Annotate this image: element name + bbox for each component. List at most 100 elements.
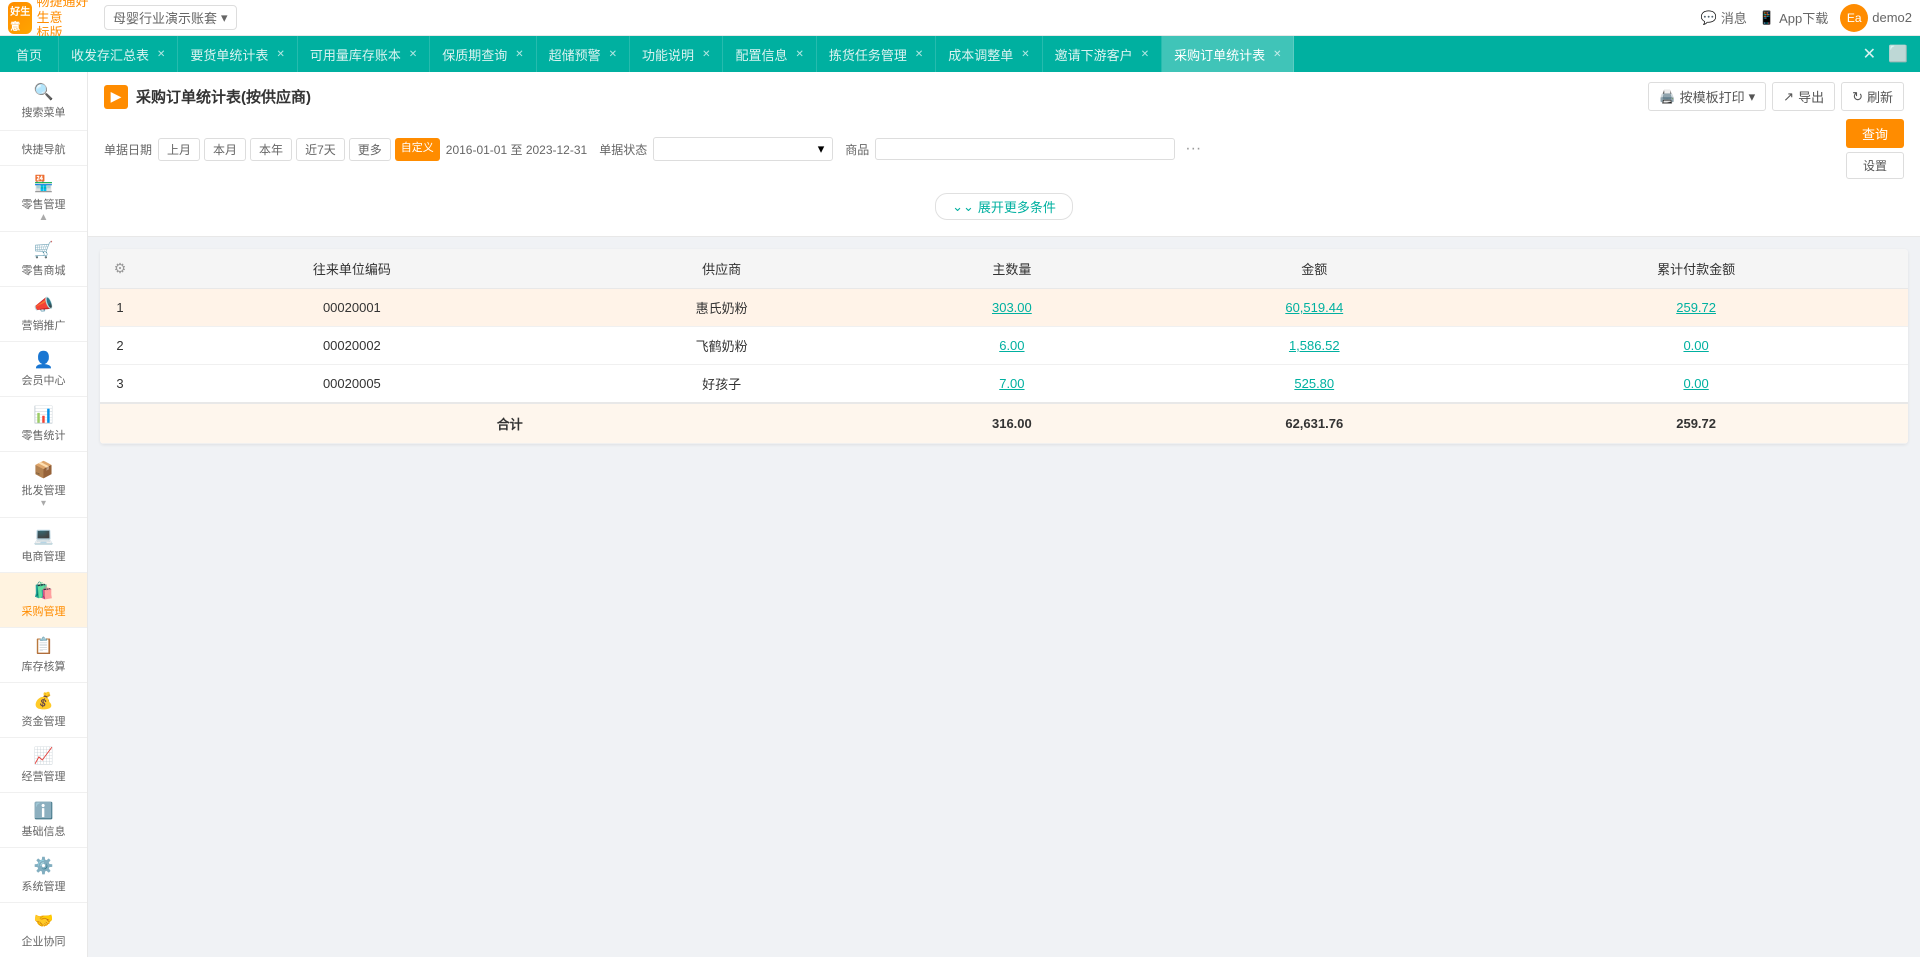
sidebar-item-ops[interactable]: 📈 经营管理 [0, 738, 87, 793]
row-amount[interactable]: 60,519.44 [1144, 289, 1484, 327]
date-btn-last-month[interactable]: 上月 [158, 138, 200, 161]
sidebar-item-purchase[interactable]: 🛍️ 采购管理 [0, 573, 87, 628]
close-icon[interactable]: ✕ [1273, 49, 1281, 60]
row-supplier: 好孩子 [564, 365, 880, 404]
status-select[interactable]: ▾ [653, 137, 833, 161]
row-amount[interactable]: 1,586.52 [1144, 327, 1484, 365]
close-icon[interactable]: ✕ [409, 49, 417, 60]
header-btn-group: 🖨️ 按模板打印 ▾ ↗ 导出 ↻ 刷新 [1648, 82, 1904, 111]
sidebar-item-retail-mgmt[interactable]: 🏪 零售管理 ▲ [0, 166, 87, 232]
basic-label: 基础信息 [22, 823, 66, 839]
tab-yaoqing[interactable]: 邀请下游客户 ✕ [1043, 36, 1162, 72]
settings-button[interactable]: 设置 [1846, 152, 1904, 179]
finance-icon: 💰 [34, 691, 54, 711]
close-icon[interactable]: ✕ [157, 49, 165, 60]
sidebar-item-retail-shop[interactable]: 🛒 零售商城 [0, 232, 87, 287]
close-icon[interactable]: ✕ [1141, 49, 1149, 60]
content-area: ▶ 采购订单统计表(按供应商) 🖨️ 按模板打印 ▾ ↗ 导出 ↻ [88, 72, 1920, 957]
custom-badge[interactable]: 自定义 [395, 138, 440, 161]
date-btn-more[interactable]: 更多 [349, 138, 391, 161]
close-icon[interactable]: ✕ [915, 49, 923, 60]
export-icon: ↗ [1783, 89, 1794, 105]
print-button[interactable]: 🖨️ 按模板打印 ▾ [1648, 82, 1766, 111]
tab-label: 成本调整单 [948, 45, 1013, 64]
row-index: 1 [100, 289, 140, 327]
tab-baozhiqi[interactable]: 保质期查询 ✕ [430, 36, 536, 72]
date-btn-this-year[interactable]: 本年 [250, 138, 292, 161]
tab-shoufacun[interactable]: 收发存汇总表 ✕ [59, 36, 178, 72]
quick-nav-label: 快捷导航 [22, 141, 66, 157]
tab-peizhi[interactable]: 配置信息 ✕ [723, 36, 816, 72]
sidebar-item-marketing[interactable]: 📣 营销推广 [0, 287, 87, 342]
tab-label: 超储预警 [549, 45, 601, 64]
close-icon[interactable]: ✕ [702, 49, 710, 60]
refresh-button[interactable]: ↻ 刷新 [1841, 82, 1904, 111]
row-index: 2 [100, 327, 140, 365]
row-paid[interactable]: 259.72 [1484, 289, 1908, 327]
basic-icon: ℹ️ [34, 801, 54, 821]
chevron-down-icon: ▾ [221, 10, 228, 26]
retail-stats-label: 零售统计 [22, 427, 66, 443]
row-qty[interactable]: 6.00 [879, 327, 1144, 365]
sidebar-item-basic[interactable]: ℹ️ 基础信息 [0, 793, 87, 848]
tab-label: 收发存汇总表 [71, 45, 149, 64]
status-chevron-icon: ▾ [818, 141, 825, 157]
collapse-button[interactable]: ▶ [104, 85, 128, 109]
tab-yaohuo[interactable]: 要货单统计表 ✕ [178, 36, 297, 72]
main-layout: 🔍 搜索菜单 快捷导航 🏪 零售管理 ▲ 🛒 零售商城 📣 营销推广 👤 会员中… [0, 72, 1920, 957]
status-filter-group: 单据状态 ▾ [599, 137, 833, 161]
tab-jianhuo[interactable]: 拣货任务管理 ✕ [817, 36, 936, 72]
footer-empty [100, 403, 140, 444]
app-download-button[interactable]: 📱 App下载 [1759, 8, 1828, 27]
tab-keyongliang[interactable]: 可用量库存账本 ✕ [298, 36, 430, 72]
member-label: 会员中心 [22, 372, 66, 388]
close-icon[interactable]: ✕ [609, 49, 617, 60]
sidebar-item-wholesale[interactable]: 📦 批发管理 ▾ [0, 452, 87, 518]
more-options-icon[interactable]: ··· [1185, 140, 1201, 158]
sidebar-item-member[interactable]: 👤 会员中心 [0, 342, 87, 397]
retail-stats-icon: 📊 [34, 405, 54, 425]
tab-caigou-active[interactable]: 采购订单统计表 ✕ [1162, 36, 1294, 72]
page-header: ▶ 采购订单统计表(按供应商) 🖨️ 按模板打印 ▾ ↗ 导出 ↻ [88, 72, 1920, 237]
expand-more-button[interactable]: ⌄⌄ 展开更多条件 [935, 193, 1073, 220]
close-icon[interactable]: ✕ [1021, 49, 1029, 60]
row-paid[interactable]: 0.00 [1484, 365, 1908, 404]
sidebar-item-retail-stats[interactable]: 📊 零售统计 [0, 397, 87, 452]
user-avatar-area[interactable]: Ea demo2 [1840, 4, 1912, 32]
col-qty: 主数量 [879, 249, 1144, 289]
finance-label: 资金管理 [22, 713, 66, 729]
logo-text: 畅捷通好生意 标版 [36, 0, 96, 41]
workspace-selector[interactable]: 母婴行业演示账套 ▾ [104, 5, 237, 30]
footer-qty: 316.00 [879, 403, 1144, 444]
tab-gongneng[interactable]: 功能说明 ✕ [630, 36, 723, 72]
sidebar-item-inventory[interactable]: 📋 库存核算 [0, 628, 87, 683]
close-icon[interactable]: ✕ [795, 49, 803, 60]
close-icon[interactable]: ✕ [276, 49, 284, 60]
sidebar-item-enterprise-collab[interactable]: 🤝 企业协同 [0, 903, 87, 957]
maximize-icon[interactable]: ⬜ [1884, 42, 1912, 66]
sidebar-item-sys[interactable]: ⚙️ 系统管理 [0, 848, 87, 903]
export-button[interactable]: ↗ 导出 [1772, 82, 1835, 111]
row-qty[interactable]: 7.00 [879, 365, 1144, 404]
tab-chengben[interactable]: 成本调整单 ✕ [936, 36, 1042, 72]
column-settings-icon[interactable]: ⚙ [114, 260, 127, 276]
query-button[interactable]: 查询 [1846, 119, 1904, 148]
row-paid[interactable]: 0.00 [1484, 327, 1908, 365]
message-button[interactable]: 💬 消息 [1701, 8, 1747, 27]
row-amount[interactable]: 525.80 [1144, 365, 1484, 404]
date-btn-7days[interactable]: 近7天 [296, 138, 345, 161]
tab-home[interactable]: 首页 [0, 36, 59, 72]
sidebar-quick-nav[interactable]: 快捷导航 [0, 131, 87, 166]
goods-input[interactable] [875, 138, 1175, 160]
row-qty[interactable]: 303.00 [879, 289, 1144, 327]
tab-chaochuyujing[interactable]: 超储预警 ✕ [537, 36, 630, 72]
sidebar-item-ecommerce[interactable]: 💻 电商管理 [0, 518, 87, 573]
purchase-label: 采购管理 [22, 603, 66, 619]
sidebar-item-finance[interactable]: 💰 资金管理 [0, 683, 87, 738]
close-icon[interactable]: ✕ [515, 49, 523, 60]
sidebar-search-button[interactable]: 🔍 搜索菜单 [0, 72, 87, 131]
close-window-icon[interactable]: ✕ [1859, 42, 1880, 66]
avatar: Ea [1840, 4, 1868, 32]
date-btn-this-month[interactable]: 本月 [204, 138, 246, 161]
retail-mgmt-label: 零售管理 [22, 196, 66, 212]
